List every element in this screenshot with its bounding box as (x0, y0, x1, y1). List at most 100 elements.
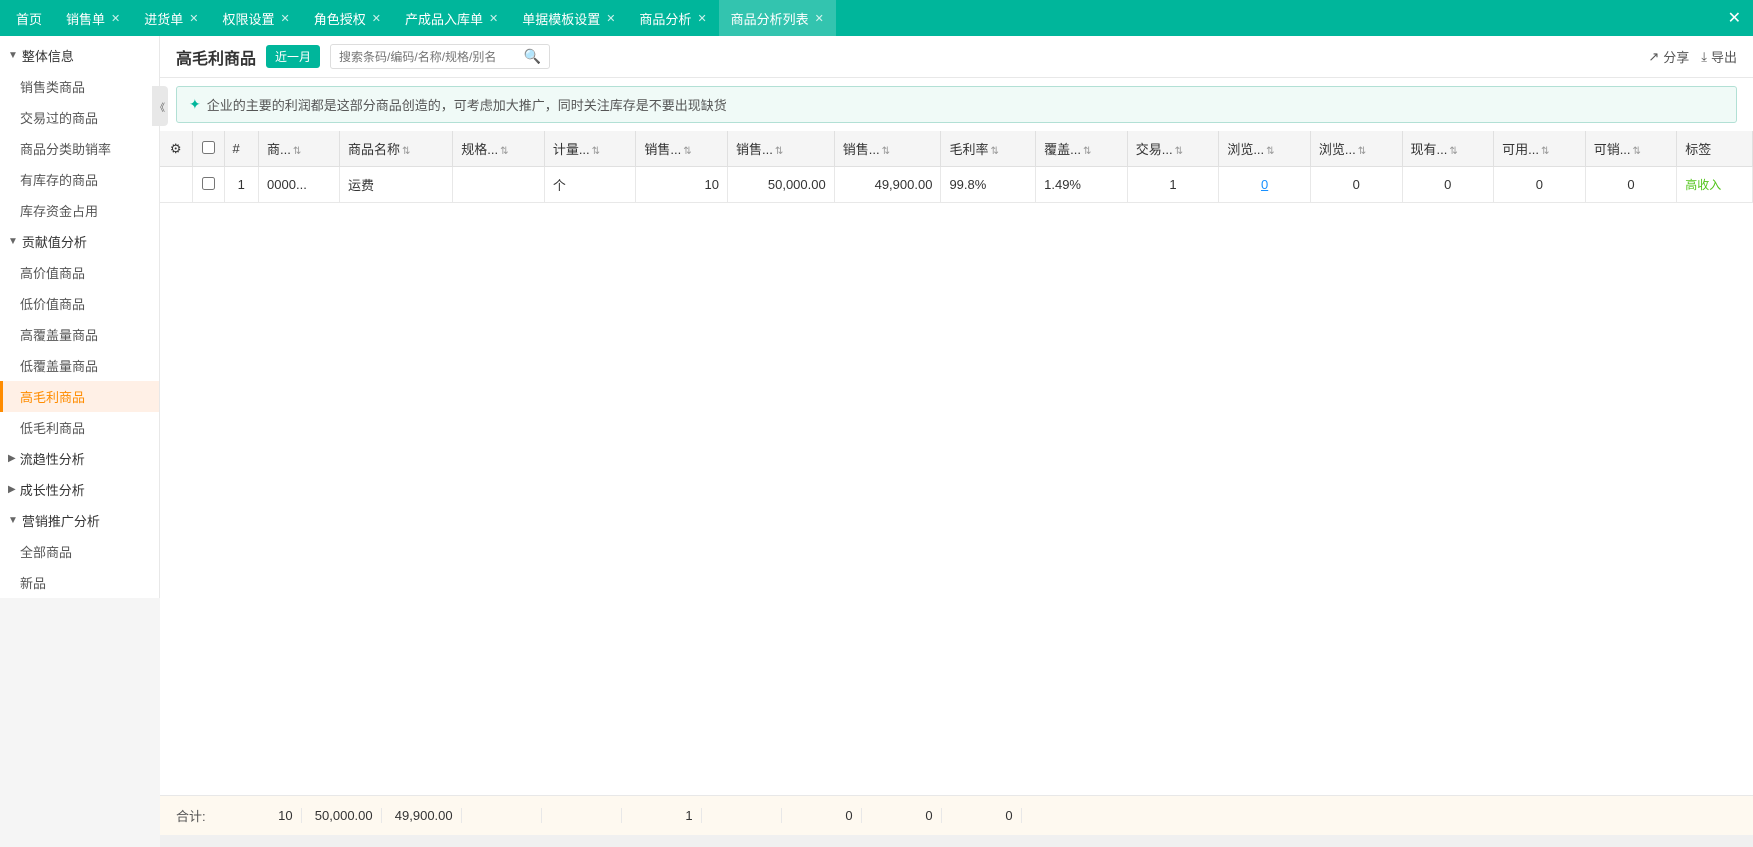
tab-close-template-settings[interactable]: ✕ (606, 12, 615, 25)
summary-view2: 0 (782, 808, 862, 823)
th-gross-margin[interactable]: 毛利率⇅ (941, 131, 1036, 167)
tab-close-sales-order[interactable]: ✕ (111, 12, 120, 25)
sidebar-item-traded-goods[interactable]: 交易过的商品 (0, 102, 159, 133)
tab-homepage[interactable]: 首页 (4, 0, 54, 36)
th-code[interactable]: 商...⇅ (259, 131, 340, 167)
th-sale-cost[interactable]: 销售...⇅ (834, 131, 941, 167)
tab-close-purchase-order[interactable]: ✕ (189, 12, 198, 25)
sidebar-item-low-value[interactable]: 低价值商品 (0, 288, 159, 319)
th-usable-stock[interactable]: 可用...⇅ (1494, 131, 1586, 167)
td-tag: 高收入 (1677, 167, 1753, 203)
sidebar-section-overall-info[interactable]: ▼ 整体信息 (0, 40, 159, 71)
row-checkbox[interactable] (202, 177, 215, 190)
content-header: 高毛利商品 近一月 🔍 ↗ 分享 ⤓ 导出 (160, 36, 1753, 78)
sort-icon-code: ⇅ (293, 146, 301, 157)
sort-icon-sale-cost: ⇅ (882, 146, 890, 157)
summary-label: 合计: (176, 806, 206, 825)
th-coverage[interactable]: 覆盖...⇅ (1036, 131, 1128, 167)
sidebar-item-high-margin[interactable]: 高毛利商品 (0, 381, 159, 412)
th-unit[interactable]: 计量...⇅ (544, 131, 636, 167)
tab-product-inbound[interactable]: 产成品入库单 ✕ (393, 0, 510, 36)
th-current-stock[interactable]: 现有...⇅ (1402, 131, 1494, 167)
sidebar-item-new-goods[interactable]: 新品 (0, 567, 159, 598)
td-index: 1 (224, 167, 259, 203)
tab-close-product-inbound[interactable]: ✕ (489, 12, 498, 25)
sidebar-section-marketing[interactable]: ▼ 营销推广分析 (0, 505, 159, 536)
search-icon[interactable]: 🔍 (524, 48, 541, 65)
th-view1[interactable]: 浏览...⇅ (1219, 131, 1311, 167)
th-name[interactable]: 商品名称⇅ (339, 131, 452, 167)
tab-product-analysis[interactable]: 商品分析 ✕ (627, 0, 718, 36)
summary-cells: 10 50,000.00 49,900.00 1 0 0 0 (222, 808, 1737, 823)
search-box: 🔍 (330, 44, 550, 69)
td-view1[interactable]: 0 (1219, 167, 1311, 203)
export-button[interactable]: ⤓ 导出 (1701, 47, 1737, 66)
sidebar-section-trend[interactable]: ▶ 流趋性分析 (0, 443, 159, 474)
share-button[interactable]: ↗ 分享 (1648, 47, 1689, 66)
summary-sale-qty: 10 (222, 808, 302, 823)
sort-icon-saleable: ⇅ (1633, 146, 1641, 157)
sort-icon-trade: ⇅ (1175, 146, 1183, 157)
td-sale-amount: 50,000.00 (728, 167, 835, 203)
sidebar-item-high-value[interactable]: 高价值商品 (0, 257, 159, 288)
sidebar-item-category-sales-rate[interactable]: 商品分类助销率 (0, 133, 159, 164)
summary-empty1 (462, 808, 542, 823)
arrow-icon-3: ▶ (8, 453, 16, 464)
sort-icon-name: ⇅ (402, 146, 410, 157)
export-icon: ⤓ (1701, 49, 1707, 65)
td-name: 运费 (339, 167, 452, 203)
td-coverage: 1.49% (1036, 167, 1128, 203)
sidebar-item-stock-goods[interactable]: 有库存的商品 (0, 164, 159, 195)
table-row: 1 0000... 运费 个 10 50,000.00 49,900.00 99… (160, 167, 1753, 203)
th-check[interactable] (192, 131, 224, 167)
summary-sale-amount: 50,000.00 (302, 808, 382, 823)
summary-empty2 (542, 808, 622, 823)
sort-icon-view1: ⇅ (1266, 146, 1274, 157)
search-input[interactable] (339, 50, 518, 64)
tab-close-product-analysis-list[interactable]: ✕ (815, 12, 824, 25)
td-gear (160, 167, 192, 203)
sidebar-item-low-margin[interactable]: 低毛利商品 (0, 412, 159, 443)
tab-role-auth[interactable]: 角色授权 ✕ (302, 0, 393, 36)
td-spec (453, 167, 545, 203)
sidebar-item-low-coverage[interactable]: 低覆盖量商品 (0, 350, 159, 381)
sidebar-item-all-goods[interactable]: 全部商品 (0, 536, 159, 567)
th-trade[interactable]: 交易...⇅ (1127, 131, 1219, 167)
sidebar-section-growth[interactable]: ▶ 成长性分析 (0, 474, 159, 505)
th-gear[interactable]: ⚙ (160, 131, 192, 167)
th-spec[interactable]: 规格...⇅ (453, 131, 545, 167)
th-saleable[interactable]: 可销...⇅ (1585, 131, 1677, 167)
sidebar-item-stock-capital[interactable]: 库存资金占用 (0, 195, 159, 226)
table-header-row: ⚙ # 商...⇅ 商品名称⇅ 规格...⇅ 计量...⇅ 销售...⇅ 销售.… (160, 131, 1753, 167)
horizontal-scrollbar[interactable] (160, 835, 1753, 847)
time-filter-recent-month[interactable]: 近一月 (266, 45, 320, 68)
tab-template-settings[interactable]: 单据模板设置 ✕ (510, 0, 627, 36)
td-view2: 0 (1310, 167, 1402, 203)
th-tag[interactable]: 标签 (1677, 131, 1753, 167)
sort-icon-current-stock: ⇅ (1449, 146, 1457, 157)
close-all-btn[interactable]: ✕ (1720, 8, 1749, 28)
info-icon: ✦ (189, 96, 201, 113)
content-area: 高毛利商品 近一月 🔍 ↗ 分享 ⤓ 导出 ✦ 企业的主要的利润都是这部分商品创… (160, 36, 1753, 847)
th-sale-amount[interactable]: 销售...⇅ (728, 131, 835, 167)
sidebar-item-high-coverage[interactable]: 高覆盖量商品 (0, 319, 159, 350)
sort-icon-spec: ⇅ (500, 146, 508, 157)
tab-close-role-auth[interactable]: ✕ (372, 12, 381, 25)
th-sale-qty[interactable]: 销售...⇅ (636, 131, 728, 167)
tab-sales-order[interactable]: 销售单 ✕ (54, 0, 132, 36)
sidebar-item-sales-goods[interactable]: 销售类商品 (0, 71, 159, 102)
tab-close-product-analysis[interactable]: ✕ (697, 12, 706, 25)
tab-permission-settings[interactable]: 权限设置 ✕ (210, 0, 301, 36)
td-check[interactable] (192, 167, 224, 203)
sidebar-collapse-btn[interactable]: 《 (152, 86, 168, 126)
tab-close-permission-settings[interactable]: ✕ (281, 12, 290, 25)
tab-purchase-order[interactable]: 进货单 ✕ (132, 0, 210, 36)
td-gross-margin: 99.8% (941, 167, 1036, 203)
tab-product-analysis-list[interactable]: 商品分析列表 ✕ (719, 0, 836, 36)
select-all-checkbox[interactable] (202, 141, 215, 154)
sidebar: ▼ 整体信息 销售类商品 交易过的商品 商品分类助销率 有库存的商品 库存资金占… (0, 36, 160, 598)
arrow-icon-4: ▶ (8, 484, 16, 495)
sidebar-section-contribution[interactable]: ▼ 贡献值分析 (0, 226, 159, 257)
th-view2[interactable]: 浏览...⇅ (1310, 131, 1402, 167)
table-container[interactable]: ⚙ # 商...⇅ 商品名称⇅ 规格...⇅ 计量...⇅ 销售...⇅ 销售.… (160, 131, 1753, 795)
